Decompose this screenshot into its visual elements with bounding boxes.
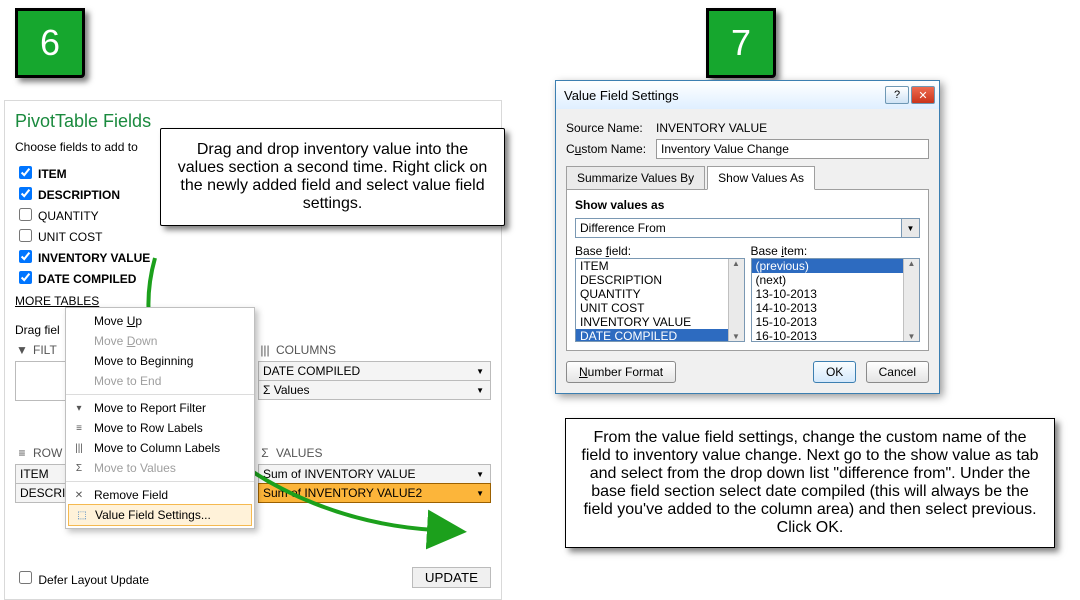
base-field-label: Base field: (575, 244, 745, 258)
field-date-compiled-checkbox[interactable] (19, 271, 32, 284)
scrollbar[interactable]: ▲▼ (728, 259, 744, 341)
dialog-tabs: Summarize Values By Show Values As (566, 165, 929, 190)
field-unit-cost-checkbox[interactable] (19, 229, 32, 242)
rows-icon: ≡ (15, 446, 29, 460)
base-item-listbox[interactable]: (previous) (next) 13-10-2013 14-10-2013 … (751, 258, 921, 342)
update-button[interactable]: UPDATE (412, 567, 491, 588)
base-field-listbox[interactable]: ITEM DESCRIPTION QUANTITY UNIT COST INVE… (575, 258, 745, 342)
dialog-titlebar[interactable]: Value Field Settings ? ✕ (556, 81, 939, 109)
list-item[interactable]: INVENTORY VALUE (576, 315, 744, 329)
list-item[interactable]: ITEM (576, 259, 744, 273)
columns-icon: ||| (72, 441, 86, 455)
list-item[interactable]: 13-10-2013 (752, 287, 920, 301)
defer-layout-checkbox[interactable]: Defer Layout Update (15, 568, 149, 587)
ctx-move-end: Move to End (66, 371, 254, 391)
list-item[interactable]: QUANTITY (576, 287, 744, 301)
cancel-button[interactable]: Cancel (866, 361, 929, 383)
list-item-selected[interactable]: DATE COMPILED (576, 329, 744, 342)
rows-icon: ≡ (72, 421, 86, 435)
sigma-icon: Σ (72, 461, 86, 475)
field-quantity-checkbox[interactable] (19, 208, 32, 221)
ctx-to-column-labels[interactable]: |||Move to Column Labels (66, 438, 254, 458)
list-item[interactable]: 15-10-2013 (752, 315, 920, 329)
field-description-checkbox[interactable] (19, 187, 32, 200)
dialog-title: Value Field Settings (564, 88, 679, 103)
source-name-value: INVENTORY VALUE (656, 121, 767, 135)
ctx-move-up[interactable]: Move Up (66, 311, 254, 331)
ctx-value-field-settings[interactable]: ⬚Value Field Settings... (68, 504, 252, 526)
number-format-button[interactable]: Number Format (566, 361, 676, 383)
custom-name-field[interactable] (656, 139, 929, 159)
ctx-to-report-filter[interactable]: ▾Move to Report Filter (66, 398, 254, 418)
step-badge-6: 6 (15, 8, 85, 78)
list-item[interactable]: 16-10-2013 (752, 329, 920, 342)
field-item-checkbox[interactable] (19, 166, 32, 179)
ctx-move-beginning[interactable]: Move to Beginning (66, 351, 254, 371)
list-item-selected[interactable]: (previous) (752, 259, 920, 273)
instruction-callout-6: Drag and drop inventory value into the v… (160, 128, 505, 226)
ctx-move-down: Move Down (66, 331, 254, 351)
instruction-callout-7: From the value field settings, change th… (565, 418, 1055, 548)
settings-icon: ⬚ (75, 508, 89, 522)
list-item[interactable]: 14-10-2013 (752, 301, 920, 315)
help-icon[interactable]: ? (885, 86, 909, 104)
filter-icon: ▾ (72, 401, 86, 415)
value-field-settings-dialog: Value Field Settings ? ✕ Source Name:INV… (555, 80, 940, 394)
custom-name-label: Custom Name: (566, 142, 656, 156)
field-unit-cost[interactable]: UNIT COST (15, 225, 491, 244)
tab-show-values-as[interactable]: Show Values As (707, 166, 815, 190)
ctx-to-row-labels[interactable]: ≡Move to Row Labels (66, 418, 254, 438)
base-item-label: Base item: (751, 244, 921, 258)
ok-button[interactable]: OK (813, 361, 856, 383)
remove-icon: ✕ (72, 488, 86, 502)
ctx-remove-field[interactable]: ✕Remove Field (66, 485, 254, 505)
list-item[interactable]: DESCRIPTION (576, 273, 744, 287)
list-item[interactable]: UNIT COST (576, 301, 744, 315)
show-values-as-combo[interactable]: Difference From ▼ (575, 218, 920, 238)
show-values-as-label: Show values as (575, 198, 920, 212)
field-inventory-value-checkbox[interactable] (19, 250, 32, 263)
chevron-down-icon[interactable]: ▼ (901, 219, 919, 237)
filter-icon: ▼ (15, 343, 29, 357)
ctx-to-values: ΣMove to Values (66, 458, 254, 478)
scrollbar[interactable]: ▲▼ (903, 259, 919, 341)
tab-summarize-values[interactable]: Summarize Values By (566, 166, 705, 190)
field-context-menu: Move Up Move Down Move to Beginning Move… (65, 307, 255, 529)
list-item[interactable]: (next) (752, 273, 920, 287)
step-badge-7: 7 (706, 8, 776, 78)
pane-footer: Defer Layout Update UPDATE (15, 565, 491, 589)
source-name-label: Source Name: (566, 121, 656, 135)
close-icon[interactable]: ✕ (911, 86, 935, 104)
